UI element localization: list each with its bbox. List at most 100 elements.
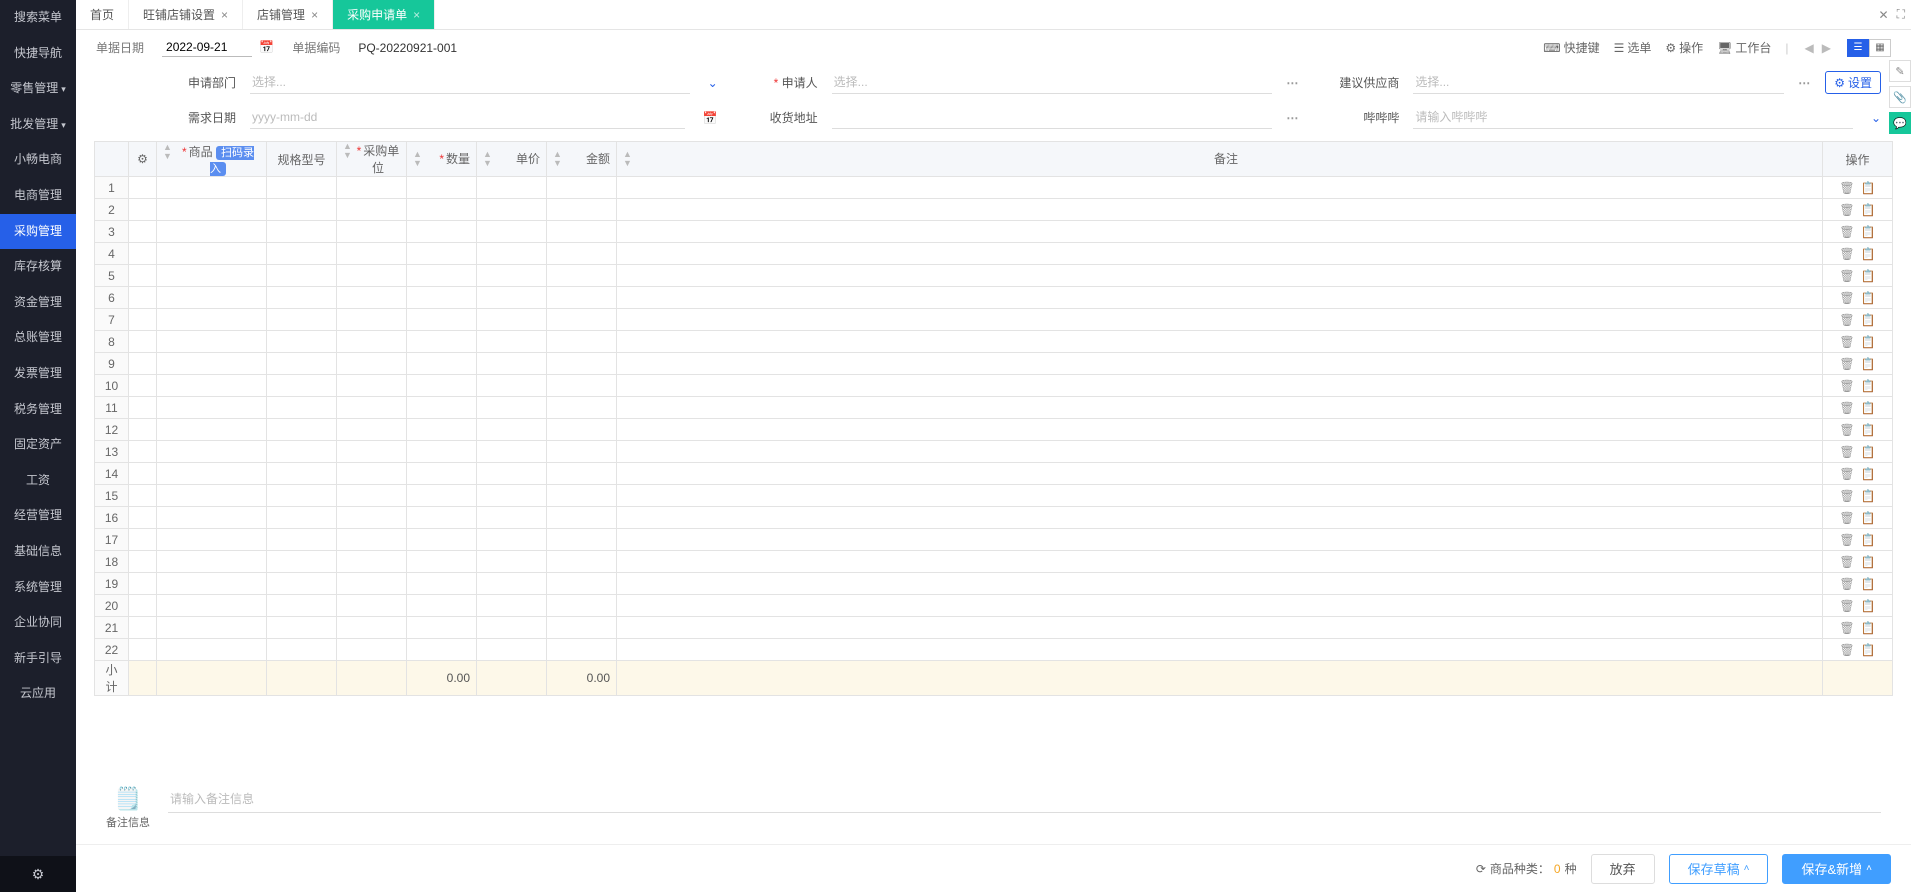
row-copy-icon[interactable]: 📋: [1861, 335, 1876, 349]
operate-button[interactable]: ⚙操作: [1665, 39, 1703, 56]
sidebar-item-16[interactable]: 系统管理: [0, 570, 76, 606]
table-row[interactable]: 1🗑📋: [95, 177, 1893, 199]
calendar-icon[interactable]: 📅: [259, 40, 274, 54]
applicant-more-icon[interactable]: ⋯: [1286, 76, 1299, 90]
row-delete-icon[interactable]: 🗑: [1839, 379, 1854, 393]
sidebar-item-8[interactable]: 资金管理: [0, 285, 76, 321]
row-delete-icon[interactable]: 🗑: [1839, 445, 1854, 459]
col-product[interactable]: ▲▼*商品 扫码录入: [157, 142, 267, 177]
table-row[interactable]: 15🗑📋: [95, 485, 1893, 507]
rail-attach-icon[interactable]: 📎: [1889, 86, 1911, 108]
table-row[interactable]: 8🗑📋: [95, 331, 1893, 353]
rail-chat-icon[interactable]: 💬: [1889, 112, 1911, 134]
barcode-input[interactable]: [1413, 106, 1853, 129]
sidebar-item-18[interactable]: 新手引导: [0, 641, 76, 677]
row-delete-icon[interactable]: 🗑: [1839, 533, 1854, 547]
ship-addr-input[interactable]: [832, 106, 1273, 129]
table-row[interactable]: 18🗑📋: [95, 551, 1893, 573]
row-delete-icon[interactable]: 🗑: [1839, 357, 1854, 371]
sidebar-item-0[interactable]: 搜索菜单: [0, 0, 76, 36]
sidebar-item-6[interactable]: 采购管理: [0, 214, 76, 250]
sidebar-item-9[interactable]: 总账管理: [0, 320, 76, 356]
row-copy-icon[interactable]: 📋: [1861, 181, 1876, 195]
col-gear[interactable]: ⚙: [129, 142, 157, 177]
save-draft-button[interactable]: 保存草稿˄: [1669, 854, 1769, 884]
row-copy-icon[interactable]: 📋: [1861, 357, 1876, 371]
save-new-button[interactable]: 保存&新增˄: [1782, 854, 1891, 884]
ship-addr-more-icon[interactable]: ⋯: [1286, 111, 1299, 125]
row-delete-icon[interactable]: 🗑: [1839, 269, 1854, 283]
table-row[interactable]: 20🗑📋: [95, 595, 1893, 617]
row-delete-icon[interactable]: 🗑: [1839, 643, 1854, 657]
table-row[interactable]: 16🗑📋: [95, 507, 1893, 529]
remarks-input[interactable]: [168, 786, 1881, 813]
sidebar-item-12[interactable]: 固定资产: [0, 427, 76, 463]
row-copy-icon[interactable]: 📋: [1861, 621, 1876, 635]
options-button[interactable]: ☰选单: [1614, 39, 1652, 56]
row-delete-icon[interactable]: 🗑: [1839, 423, 1854, 437]
row-copy-icon[interactable]: 📋: [1861, 577, 1876, 591]
sidebar-item-3[interactable]: 批发管理: [0, 107, 76, 143]
row-copy-icon[interactable]: 📋: [1861, 291, 1876, 305]
refresh-icon[interactable]: ⟳: [1476, 862, 1486, 876]
table-row[interactable]: 3🗑📋: [95, 221, 1893, 243]
scan-badge[interactable]: 扫码录入: [210, 146, 254, 176]
row-copy-icon[interactable]: 📋: [1861, 379, 1876, 393]
row-copy-icon[interactable]: 📋: [1861, 555, 1876, 569]
row-delete-icon[interactable]: 🗑: [1839, 313, 1854, 327]
table-row[interactable]: 9🗑📋: [95, 353, 1893, 375]
need-date-input[interactable]: [250, 106, 685, 129]
sidebar-item-10[interactable]: 发票管理: [0, 356, 76, 392]
settings-gear-icon[interactable]: ⚙: [32, 866, 45, 883]
row-delete-icon[interactable]: 🗑: [1839, 335, 1854, 349]
row-delete-icon[interactable]: 🗑: [1839, 511, 1854, 525]
tab-close-icon[interactable]: ×: [413, 8, 420, 22]
row-delete-icon[interactable]: 🗑: [1839, 247, 1854, 261]
row-delete-icon[interactable]: 🗑: [1839, 203, 1854, 217]
rail-edit-icon[interactable]: ✎: [1889, 60, 1911, 82]
sidebar-item-1[interactable]: 快捷导航: [0, 36, 76, 72]
row-copy-icon[interactable]: 📋: [1861, 467, 1876, 481]
tab-0[interactable]: 首页: [76, 0, 129, 29]
view-list-icon[interactable]: ☰: [1847, 39, 1869, 57]
doc-date-input[interactable]: [162, 38, 252, 57]
table-row[interactable]: 22🗑📋: [95, 639, 1893, 661]
row-copy-icon[interactable]: 📋: [1861, 269, 1876, 283]
col-amount[interactable]: ▲▼金额: [547, 142, 617, 177]
row-delete-icon[interactable]: 🗑: [1839, 577, 1854, 591]
table-row[interactable]: 6🗑📋: [95, 287, 1893, 309]
sidebar-item-17[interactable]: 企业协同: [0, 605, 76, 641]
row-delete-icon[interactable]: 🗑: [1839, 489, 1854, 503]
row-copy-icon[interactable]: 📋: [1861, 423, 1876, 437]
table-row[interactable]: 12🗑📋: [95, 419, 1893, 441]
table-row[interactable]: 13🗑📋: [95, 441, 1893, 463]
table-row[interactable]: 10🗑📋: [95, 375, 1893, 397]
close-icon[interactable]: ✕: [1879, 8, 1889, 22]
page-next-icon[interactable]: ▶: [1820, 41, 1833, 55]
tab-close-icon[interactable]: ×: [311, 8, 318, 22]
col-remark[interactable]: ▲▼备注: [617, 142, 1823, 177]
table-row[interactable]: 14🗑📋: [95, 463, 1893, 485]
tab-2[interactable]: 店铺管理×: [243, 0, 333, 29]
row-delete-icon[interactable]: 🗑: [1839, 599, 1854, 613]
row-copy-icon[interactable]: 📋: [1861, 599, 1876, 613]
col-qty[interactable]: ▲▼*数量: [407, 142, 477, 177]
row-copy-icon[interactable]: 📋: [1861, 643, 1876, 657]
col-price[interactable]: ▲▼单价: [477, 142, 547, 177]
table-row[interactable]: 5🗑📋: [95, 265, 1893, 287]
row-copy-icon[interactable]: 📋: [1861, 313, 1876, 327]
table-row[interactable]: 4🗑📋: [95, 243, 1893, 265]
sidebar-item-7[interactable]: 库存核算: [0, 249, 76, 285]
tab-1[interactable]: 旺铺店铺设置×: [129, 0, 243, 29]
abandon-button[interactable]: 放弃: [1591, 854, 1655, 884]
applicant-select[interactable]: [832, 71, 1273, 94]
row-delete-icon[interactable]: 🗑: [1839, 555, 1854, 569]
supplier-more-icon[interactable]: ⋯: [1798, 76, 1811, 90]
row-copy-icon[interactable]: 📋: [1861, 489, 1876, 503]
sidebar-item-11[interactable]: 税务管理: [0, 392, 76, 428]
sidebar-item-14[interactable]: 经营管理: [0, 498, 76, 534]
col-spec[interactable]: 规格型号: [267, 142, 337, 177]
row-delete-icon[interactable]: 🗑: [1839, 225, 1854, 239]
fullscreen-icon[interactable]: ⛶: [1897, 7, 1905, 22]
chevron-down-icon[interactable]: ⌄: [708, 76, 718, 90]
